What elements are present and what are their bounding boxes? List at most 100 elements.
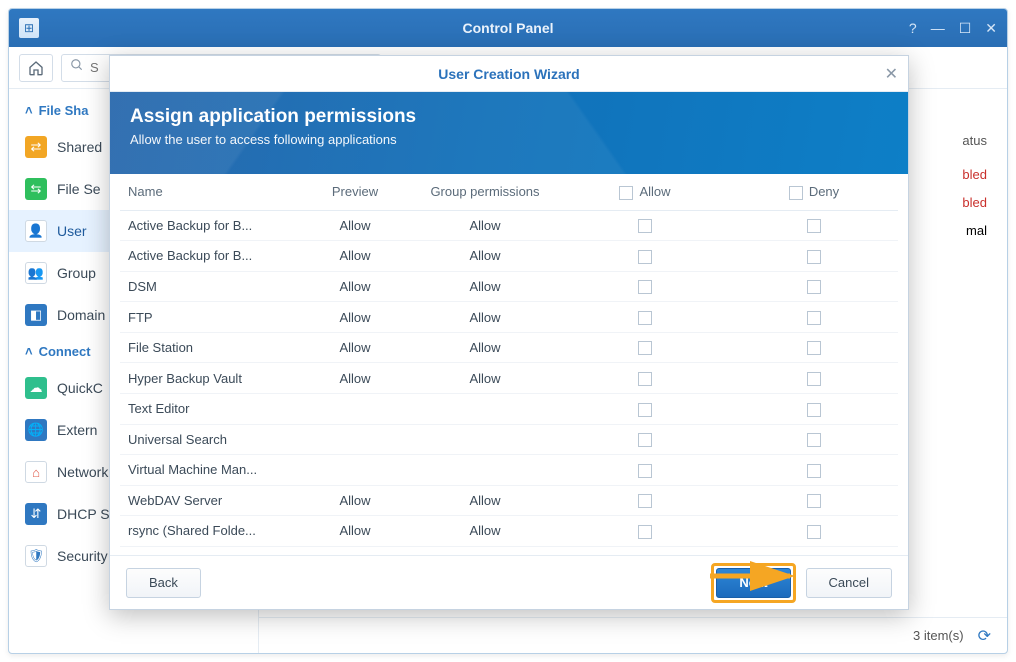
close-icon[interactable]: ✕ — [885, 64, 898, 84]
sidebar-item-label: Domain — [57, 307, 105, 323]
deny-all-checkbox[interactable] — [789, 186, 803, 200]
deny-checkbox[interactable] — [807, 341, 821, 355]
preview-cell — [300, 455, 410, 486]
col-allow[interactable]: Allow — [560, 174, 730, 210]
col-deny[interactable]: Deny — [730, 174, 898, 210]
deny-checkbox[interactable] — [807, 525, 821, 539]
next-button[interactable]: Next — [716, 568, 790, 598]
table-row[interactable]: Active Backup for B...AllowAllow — [120, 241, 898, 272]
table-row[interactable]: WebDAV ServerAllowAllow — [120, 485, 898, 516]
sidebar-group-label: File Sha — [39, 103, 89, 118]
allow-checkbox[interactable] — [638, 403, 652, 417]
permissions-table: Name Preview Group permissions Allow Den… — [120, 174, 898, 547]
col-group[interactable]: Group permissions — [410, 174, 560, 210]
maximize-icon[interactable]: ☐ — [959, 20, 972, 37]
status-cell: bled — [962, 167, 987, 182]
allow-checkbox[interactable] — [638, 433, 652, 447]
col-allow-label: Allow — [639, 184, 670, 199]
status-cell: mal — [966, 223, 987, 238]
chevron-up-icon: ˄ — [25, 103, 33, 118]
back-button[interactable]: Back — [126, 568, 201, 598]
table-row[interactable]: DSMAllowAllow — [120, 271, 898, 302]
allow-checkbox[interactable] — [638, 525, 652, 539]
user-creation-wizard-dialog: User Creation Wizard ✕ Assign applicatio… — [109, 55, 909, 610]
permissions-table-wrap: Name Preview Group permissions Allow Den… — [110, 174, 908, 555]
app-name-cell: Hyper Backup Vault — [120, 363, 300, 394]
group-cell: Allow — [410, 485, 560, 516]
sidebar-item-label: Extern — [57, 422, 97, 438]
window-titlebar: ⊞ Control Panel ? — ☐ ✕ — [9, 9, 1007, 47]
sidebar-item-label: Security — [57, 548, 108, 564]
sidebar-item-label: User — [57, 223, 87, 239]
minimize-icon[interactable]: — — [931, 20, 945, 37]
sidebar-group-label: Connect — [39, 344, 91, 359]
table-row[interactable]: Active Backup for B...AllowAllow — [120, 210, 898, 241]
preview-cell — [300, 424, 410, 455]
app-name-cell: Text Editor — [120, 393, 300, 424]
allow-checkbox[interactable] — [638, 250, 652, 264]
table-row[interactable]: Virtual Machine Man... — [120, 455, 898, 486]
allow-checkbox[interactable] — [638, 219, 652, 233]
sidebar-item-label: Group — [57, 265, 96, 281]
allow-checkbox[interactable] — [638, 494, 652, 508]
allow-checkbox[interactable] — [638, 311, 652, 325]
reload-icon[interactable]: ⟳ — [978, 626, 991, 646]
deny-checkbox[interactable] — [807, 219, 821, 233]
allow-checkbox[interactable] — [638, 280, 652, 294]
sidebar-item-label: DHCP S — [57, 506, 110, 522]
group-cell: Allow — [410, 363, 560, 394]
allow-checkbox[interactable] — [638, 464, 652, 478]
sidebar-item-label: QuickC — [57, 380, 103, 396]
col-name[interactable]: Name — [120, 174, 300, 210]
preview-cell: Allow — [300, 271, 410, 302]
column-header-status: atus — [962, 133, 987, 148]
deny-checkbox[interactable] — [807, 464, 821, 478]
table-row[interactable]: Hyper Backup VaultAllowAllow — [120, 363, 898, 394]
status-bar: 3 item(s) ⟳ — [259, 617, 1007, 653]
deny-checkbox[interactable] — [807, 311, 821, 325]
deny-checkbox[interactable] — [807, 403, 821, 417]
app-name-cell: Active Backup for B... — [120, 241, 300, 272]
preview-cell: Allow — [300, 516, 410, 547]
table-row[interactable]: rsync (Shared Folde...AllowAllow — [120, 516, 898, 547]
help-icon[interactable]: ? — [909, 20, 917, 37]
dialog-titlebar: User Creation Wizard ✕ — [110, 56, 908, 92]
app-name-cell: DSM — [120, 271, 300, 302]
preview-cell: Allow — [300, 485, 410, 516]
allow-checkbox[interactable] — [638, 372, 652, 386]
table-row[interactable]: File StationAllowAllow — [120, 332, 898, 363]
col-preview[interactable]: Preview — [300, 174, 410, 210]
group-cell: Allow — [410, 302, 560, 333]
allow-checkbox[interactable] — [638, 341, 652, 355]
dialog-header: Assign application permissions Allow the… — [110, 92, 908, 174]
next-button-highlight: Next — [711, 563, 795, 603]
table-row[interactable]: Text Editor — [120, 393, 898, 424]
group-cell — [410, 424, 560, 455]
close-window-icon[interactable]: ✕ — [985, 20, 997, 37]
deny-checkbox[interactable] — [807, 250, 821, 264]
dialog-heading: Assign application permissions — [130, 106, 888, 128]
home-button[interactable] — [19, 54, 53, 82]
cancel-button[interactable]: Cancel — [806, 568, 892, 598]
dialog-title: User Creation Wizard — [438, 66, 579, 82]
table-row[interactable]: Universal Search — [120, 424, 898, 455]
preview-cell: Allow — [300, 363, 410, 394]
preview-cell: Allow — [300, 241, 410, 272]
app-name-cell: WebDAV Server — [120, 485, 300, 516]
preview-cell — [300, 393, 410, 424]
allow-all-checkbox[interactable] — [619, 186, 633, 200]
table-row[interactable]: FTPAllowAllow — [120, 302, 898, 333]
group-cell — [410, 455, 560, 486]
group-cell: Allow — [410, 271, 560, 302]
dialog-footer: Back Next Cancel — [110, 555, 908, 609]
window-title: Control Panel — [9, 20, 1007, 36]
app-name-cell: Universal Search — [120, 424, 300, 455]
deny-checkbox[interactable] — [807, 494, 821, 508]
app-name-cell: Active Backup for B... — [120, 210, 300, 241]
deny-checkbox[interactable] — [807, 280, 821, 294]
deny-checkbox[interactable] — [807, 433, 821, 447]
item-count: 3 item(s) — [913, 628, 964, 643]
deny-checkbox[interactable] — [807, 372, 821, 386]
preview-cell: Allow — [300, 210, 410, 241]
group-cell: Allow — [410, 516, 560, 547]
